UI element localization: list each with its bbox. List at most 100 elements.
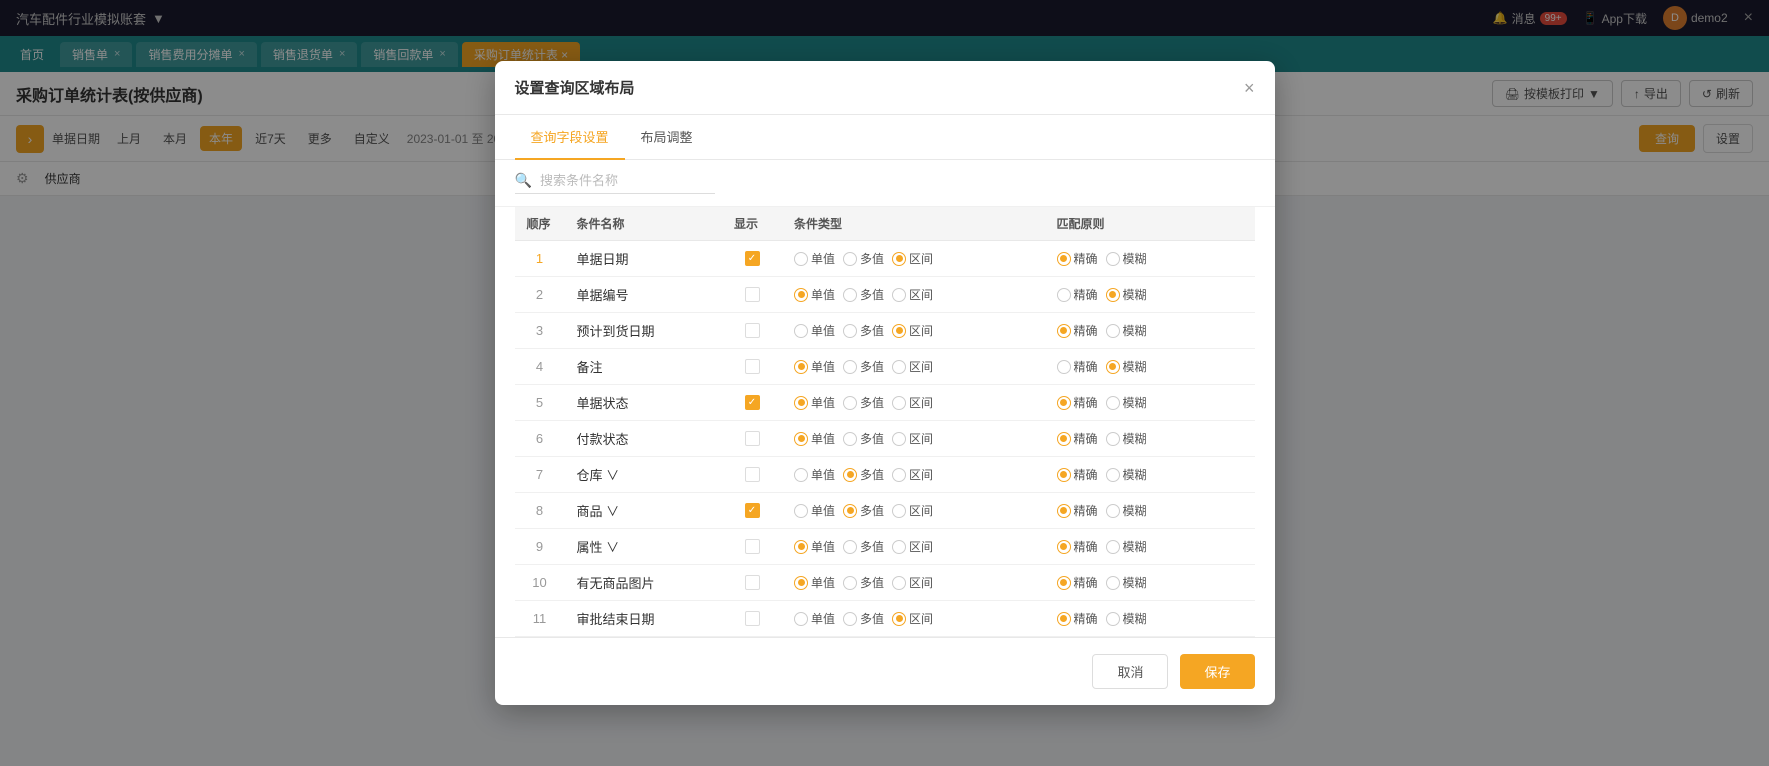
match-radio-模糊[interactable]: 模糊 — [1106, 466, 1147, 483]
radio-btn — [1057, 576, 1071, 590]
cell-match: 精确模糊 — [1045, 601, 1255, 637]
type-radio-区间[interactable]: 区间 — [892, 286, 933, 303]
display-checkbox[interactable] — [745, 323, 760, 338]
match-radio-精确[interactable]: 精确 — [1057, 574, 1098, 591]
match-radio-模糊[interactable]: 模糊 — [1106, 394, 1147, 411]
type-radio-多值[interactable]: 多值 — [843, 574, 884, 591]
cell-display[interactable] — [722, 457, 782, 493]
radio-btn — [1057, 324, 1071, 338]
display-checkbox[interactable] — [745, 251, 760, 266]
type-radio-单值[interactable]: 单值 — [794, 574, 835, 591]
type-radio-区间[interactable]: 区间 — [892, 538, 933, 555]
type-radio-区间[interactable]: 区间 — [892, 574, 933, 591]
display-checkbox[interactable] — [745, 467, 760, 482]
cell-type: 单值多值区间 — [782, 601, 1045, 637]
match-radio-精确[interactable]: 精确 — [1057, 358, 1098, 375]
cell-display[interactable] — [722, 385, 782, 421]
match-radio-精确[interactable]: 精确 — [1057, 250, 1098, 267]
radio-btn — [794, 252, 808, 266]
dialog-search-area: 🔍 — [495, 160, 1275, 207]
type-radio-区间[interactable]: 区间 — [892, 610, 933, 627]
type-radio-单值[interactable]: 单值 — [794, 322, 835, 339]
dialog-close-button[interactable]: × — [1244, 79, 1255, 97]
type-radio-多值[interactable]: 多值 — [843, 286, 884, 303]
type-radio-多值[interactable]: 多值 — [843, 358, 884, 375]
cell-match: 精确模糊 — [1045, 565, 1255, 601]
type-radio-单值[interactable]: 单值 — [794, 610, 835, 627]
display-checkbox[interactable] — [745, 287, 760, 302]
display-checkbox[interactable] — [745, 611, 760, 626]
type-radio-区间[interactable]: 区间 — [892, 466, 933, 483]
match-radio-精确[interactable]: 精确 — [1057, 502, 1098, 519]
type-radio-单值[interactable]: 单值 — [794, 286, 835, 303]
type-radio-区间[interactable]: 区间 — [892, 358, 933, 375]
type-radio-多值[interactable]: 多值 — [843, 538, 884, 555]
type-radio-单值[interactable]: 单值 — [794, 358, 835, 375]
match-radio-模糊[interactable]: 模糊 — [1106, 610, 1147, 627]
match-radio-精确[interactable]: 精确 — [1057, 286, 1098, 303]
match-radio-精确[interactable]: 精确 — [1057, 430, 1098, 447]
type-radio-区间[interactable]: 区间 — [892, 250, 933, 267]
display-checkbox[interactable] — [745, 359, 760, 374]
cell-name: 单据日期 — [565, 241, 723, 277]
cell-display[interactable] — [722, 241, 782, 277]
match-radio-模糊[interactable]: 模糊 — [1106, 322, 1147, 339]
cell-order: 4 — [515, 349, 565, 385]
radio-btn — [794, 576, 808, 590]
type-radio-单值[interactable]: 单值 — [794, 502, 835, 519]
cell-type: 单值多值区间 — [782, 277, 1045, 313]
display-checkbox[interactable] — [745, 539, 760, 554]
display-checkbox[interactable] — [745, 575, 760, 590]
match-radio-模糊[interactable]: 模糊 — [1106, 286, 1147, 303]
match-radio-模糊[interactable]: 模糊 — [1106, 502, 1147, 519]
search-input[interactable] — [540, 173, 716, 188]
type-radio-单值[interactable]: 单值 — [794, 430, 835, 447]
dialog-tab-fields[interactable]: 查询字段设置 — [515, 115, 625, 160]
cell-display[interactable] — [722, 565, 782, 601]
type-radio-区间[interactable]: 区间 — [892, 430, 933, 447]
match-radio-精确[interactable]: 精确 — [1057, 394, 1098, 411]
radio-btn — [794, 504, 808, 518]
cell-display[interactable] — [722, 277, 782, 313]
match-radio-精确[interactable]: 精确 — [1057, 538, 1098, 555]
cancel-button[interactable]: 取消 — [1092, 654, 1168, 689]
type-radio-区间[interactable]: 区间 — [892, 322, 933, 339]
cell-display[interactable] — [722, 493, 782, 529]
match-radio-精确[interactable]: 精确 — [1057, 322, 1098, 339]
type-radio-多值[interactable]: 多值 — [843, 322, 884, 339]
cell-match: 精确模糊 — [1045, 457, 1255, 493]
type-radio-区间[interactable]: 区间 — [892, 394, 933, 411]
cell-display[interactable] — [722, 349, 782, 385]
type-radio-单值[interactable]: 单值 — [794, 250, 835, 267]
display-checkbox[interactable] — [745, 395, 760, 410]
type-radio-单值[interactable]: 单值 — [794, 466, 835, 483]
type-radio-多值[interactable]: 多值 — [843, 610, 884, 627]
radio-btn — [1106, 576, 1120, 590]
type-radio-区间[interactable]: 区间 — [892, 502, 933, 519]
match-radio-模糊[interactable]: 模糊 — [1106, 430, 1147, 447]
display-checkbox[interactable] — [745, 431, 760, 446]
type-radio-多值[interactable]: 多值 — [843, 502, 884, 519]
cell-order: 2 — [515, 277, 565, 313]
cell-display[interactable] — [722, 313, 782, 349]
match-radio-模糊[interactable]: 模糊 — [1106, 358, 1147, 375]
type-radio-多值[interactable]: 多值 — [843, 430, 884, 447]
cell-display[interactable] — [722, 601, 782, 637]
match-radio-模糊[interactable]: 模糊 — [1106, 538, 1147, 555]
radio-btn — [843, 252, 857, 266]
type-radio-多值[interactable]: 多值 — [843, 250, 884, 267]
type-radio-多值[interactable]: 多值 — [843, 466, 884, 483]
display-checkbox[interactable] — [745, 503, 760, 518]
match-radio-精确[interactable]: 精确 — [1057, 466, 1098, 483]
cell-display[interactable] — [722, 421, 782, 457]
dialog-tab-layout[interactable]: 布局调整 — [625, 115, 709, 160]
cell-display[interactable] — [722, 529, 782, 565]
type-radio-单值[interactable]: 单值 — [794, 394, 835, 411]
save-button[interactable]: 保存 — [1180, 654, 1254, 689]
type-radio-多值[interactable]: 多值 — [843, 394, 884, 411]
type-radio-单值[interactable]: 单值 — [794, 538, 835, 555]
match-radio-模糊[interactable]: 模糊 — [1106, 250, 1147, 267]
match-radio-精确[interactable]: 精确 — [1057, 610, 1098, 627]
match-radio-模糊[interactable]: 模糊 — [1106, 574, 1147, 591]
radio-btn — [794, 360, 808, 374]
